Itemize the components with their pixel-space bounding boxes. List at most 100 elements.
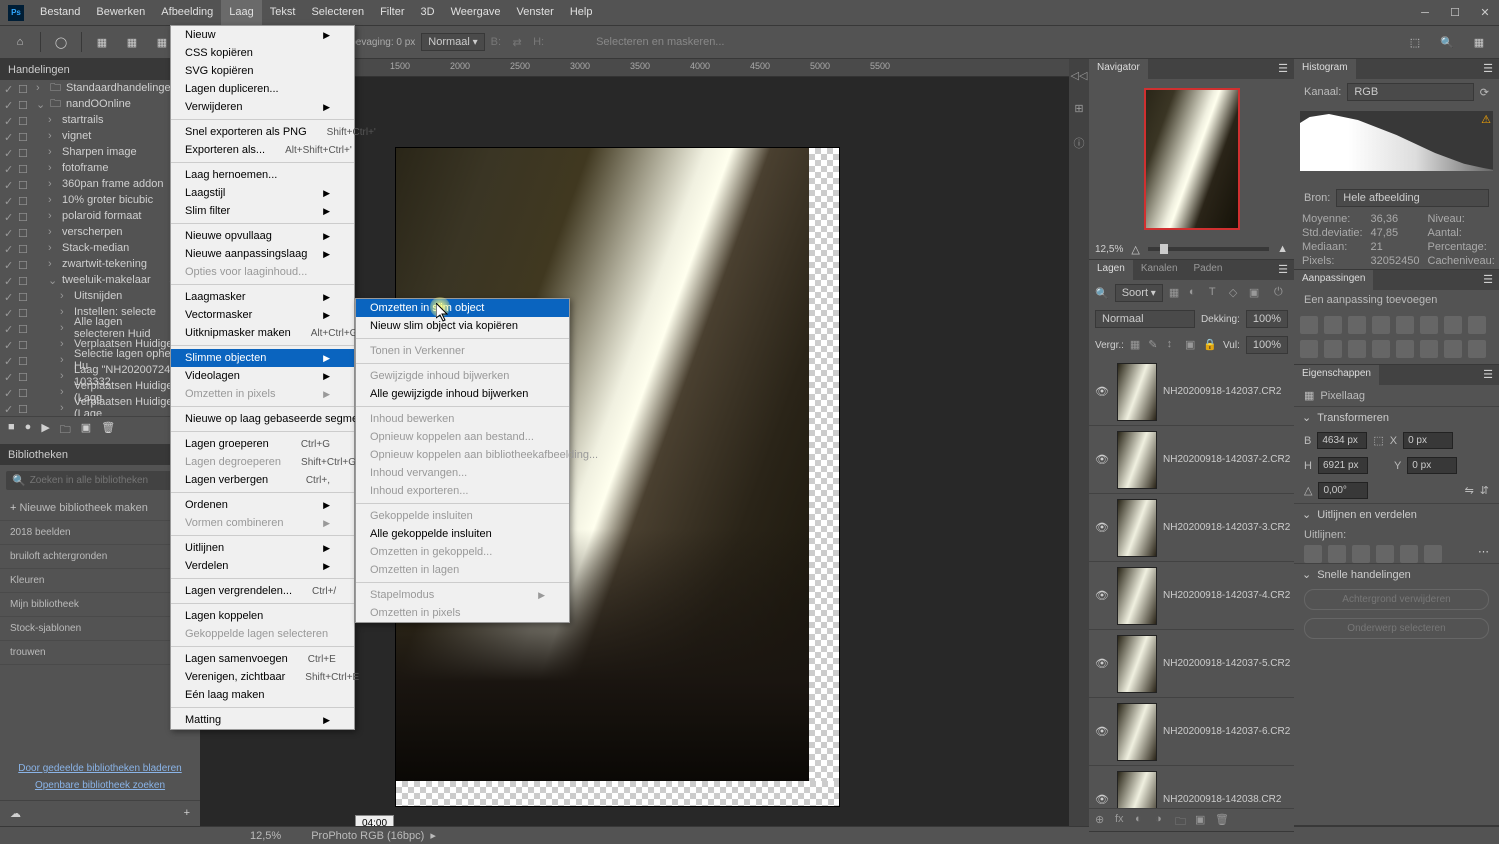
layers-tab-paden[interactable]: Paden [1186, 260, 1231, 280]
adjustment-preset-icon[interactable] [1324, 340, 1342, 358]
panel-menu-icon[interactable]: ☰ [1477, 365, 1499, 385]
navigator-content[interactable] [1089, 79, 1294, 239]
menu-venster[interactable]: Venster [509, 0, 562, 25]
menu-item[interactable]: Laagmasker▶ [171, 288, 354, 306]
visibility-icon[interactable]: 👁 [1095, 385, 1111, 398]
new-layer-icon[interactable]: ▣ [1195, 813, 1209, 827]
menu-item[interactable]: Lagen samenvoegenCtrl+E [171, 650, 354, 668]
adjustment-preset-icon[interactable] [1324, 316, 1342, 334]
new-set-icon[interactable]: 🗀 [60, 421, 71, 440]
share-icon[interactable]: ⬚ [1405, 32, 1425, 52]
menu-item[interactable]: Verdelen▶ [171, 557, 354, 575]
opacity-input[interactable]: 100% [1246, 310, 1288, 328]
adjustment-icon[interactable]: ◑ [1155, 813, 1169, 827]
adjustment-preset-icon[interactable] [1468, 316, 1486, 334]
filter-toggle-icon[interactable]: ⏻ [1274, 286, 1288, 300]
menu-item[interactable]: Exporteren als...Alt+Shift+Ctrl+' [171, 141, 354, 159]
lock-pixels-icon[interactable]: ✎ [1148, 338, 1160, 352]
zoom-in-icon[interactable]: ▲ [1277, 243, 1288, 255]
lock-artboard-icon[interactable]: ▣ [1185, 338, 1197, 352]
menu-item[interactable]: Uitknipmasker makenAlt+Ctrl+G [171, 324, 354, 342]
record-icon[interactable]: ● [25, 421, 32, 440]
source-select[interactable]: Hele afbeelding [1336, 189, 1489, 207]
layer-row[interactable]: 👁NH20200918-142037-5.CR2 [1089, 630, 1294, 698]
height-input[interactable] [1318, 457, 1368, 474]
select-subject-button[interactable]: Onderwerp selecteren [1304, 618, 1489, 639]
layer-name[interactable]: NH20200918-142037-6.CR2 [1163, 726, 1290, 737]
layer-row[interactable]: 👁 NH20200918-142037-2.CR2 [1089, 426, 1294, 494]
visibility-icon[interactable]: 👁 [1095, 657, 1111, 670]
menu-item[interactable]: Laagstijl▶ [171, 184, 354, 202]
layer-thumbnail[interactable] [1117, 703, 1157, 761]
adjustment-preset-icon[interactable] [1420, 340, 1438, 358]
align-bottom-icon[interactable] [1424, 545, 1442, 563]
warning-icon[interactable]: ⚠ [1481, 113, 1491, 126]
zoom-out-icon[interactable]: △ [1131, 243, 1139, 256]
layer-row[interactable]: 👁NH20200918-142037-3.CR2 [1089, 494, 1294, 562]
new-action-icon[interactable]: ▣ [81, 421, 91, 440]
menu-item[interactable]: Nieuwe op laag gebaseerde segmenten [171, 410, 354, 428]
menu-item[interactable]: CSS kopiëren [171, 44, 354, 62]
mode-sub-icon[interactable]: ▦ [152, 32, 172, 52]
filter-type-select[interactable]: Soort ▾ [1115, 284, 1163, 302]
menu-bestand[interactable]: Bestand [32, 0, 88, 25]
layer-row[interactable]: 👁 NH20200918-142037.CR2 [1089, 358, 1294, 426]
fill-input[interactable]: 100% [1246, 336, 1288, 354]
group-icon[interactable]: 🗀 [1175, 813, 1189, 827]
menu-item[interactable]: Lagen vergrendelen...Ctrl+/ [171, 582, 354, 600]
visibility-icon[interactable]: 👁 [1095, 453, 1111, 466]
angle-input[interactable] [1318, 482, 1368, 499]
menu-item[interactable]: Videolagen▶ [171, 367, 354, 385]
add-icon[interactable]: + [184, 807, 190, 820]
quick-actions-section[interactable]: ⌄Snelle handelingen [1294, 563, 1499, 585]
menu-item[interactable]: Lagen groeperenCtrl+G [171, 435, 354, 453]
adjustment-preset-icon[interactable] [1300, 316, 1318, 334]
collapse-icon[interactable]: ◁◁ [1071, 69, 1088, 82]
menu-item[interactable]: Matting▶ [171, 711, 354, 729]
channel-select[interactable]: RGB [1347, 83, 1473, 101]
adjustment-preset-icon[interactable] [1348, 316, 1366, 334]
menu-selecteren[interactable]: Selecteren [303, 0, 372, 25]
layers-tab-lagen[interactable]: Lagen [1089, 260, 1133, 280]
panel-menu-icon[interactable]: ☰ [1272, 59, 1294, 79]
trash-icon[interactable]: 🗑 [101, 421, 115, 440]
layer-name[interactable]: NH20200918-142037-4.CR2 [1163, 590, 1290, 601]
flip-v-icon[interactable]: ⇵ [1480, 484, 1489, 497]
menu-item[interactable]: Nieuwe aanpassingslaag▶ [171, 245, 354, 263]
profile-status[interactable]: ProPhoto RGB (16bpc) [311, 830, 424, 842]
home-icon[interactable]: ⌂ [10, 32, 30, 52]
align-center-h-icon[interactable] [1328, 545, 1346, 563]
layer-name[interactable]: NH20200918-142037-2.CR2 [1163, 454, 1290, 465]
refresh-icon[interactable]: ⟳ [1480, 86, 1489, 99]
style-select[interactable]: Normaal ▾ [421, 33, 484, 51]
filter-pixel-icon[interactable]: ▦ [1169, 286, 1183, 300]
search-icon[interactable]: 🔍 [1437, 32, 1457, 52]
menu-item[interactable]: Eén laag maken [171, 686, 354, 704]
adjustment-preset-icon[interactable] [1300, 340, 1318, 358]
stop-icon[interactable]: ■ [8, 421, 15, 440]
menu-item[interactable]: Snel exporteren als PNGShift+Ctrl+' [171, 123, 354, 141]
select-mask-button[interactable]: Selecteren en maskeren... [596, 36, 724, 48]
trash-icon[interactable]: 🗑 [1215, 813, 1229, 827]
menu-item[interactable]: Slimme objecten▶ [171, 349, 354, 367]
adjustment-preset-icon[interactable] [1444, 340, 1462, 358]
menu-help[interactable]: Help [562, 0, 601, 25]
menu-item[interactable]: Vectormasker▶ [171, 306, 354, 324]
adjustment-preset-icon[interactable] [1372, 316, 1390, 334]
menu-tekst[interactable]: Tekst [262, 0, 304, 25]
menu-afbeelding[interactable]: Afbeelding [153, 0, 221, 25]
menu-laag[interactable]: Laag [221, 0, 261, 25]
adjustment-preset-icon[interactable] [1372, 340, 1390, 358]
minimize-icon[interactable]: ─ [1419, 7, 1431, 19]
workspace-icon[interactable]: ▦ [1469, 32, 1489, 52]
menu-item[interactable]: Lagen verbergenCtrl+, [171, 471, 354, 489]
menu-item[interactable]: Slim filter▶ [171, 202, 354, 220]
filter-type-icon[interactable]: T [1209, 286, 1223, 300]
layer-thumbnail[interactable] [1117, 499, 1157, 557]
menu-item[interactable]: Verwijderen▶ [171, 98, 354, 116]
menu-item[interactable]: SVG kopiëren [171, 62, 354, 80]
layer-thumbnail[interactable] [1117, 431, 1157, 489]
layer-name[interactable]: NH20200918-142037.CR2 [1163, 386, 1281, 397]
adjustment-preset-icon[interactable] [1348, 340, 1366, 358]
menu-item[interactable]: Laag hernoemen... [171, 166, 354, 184]
